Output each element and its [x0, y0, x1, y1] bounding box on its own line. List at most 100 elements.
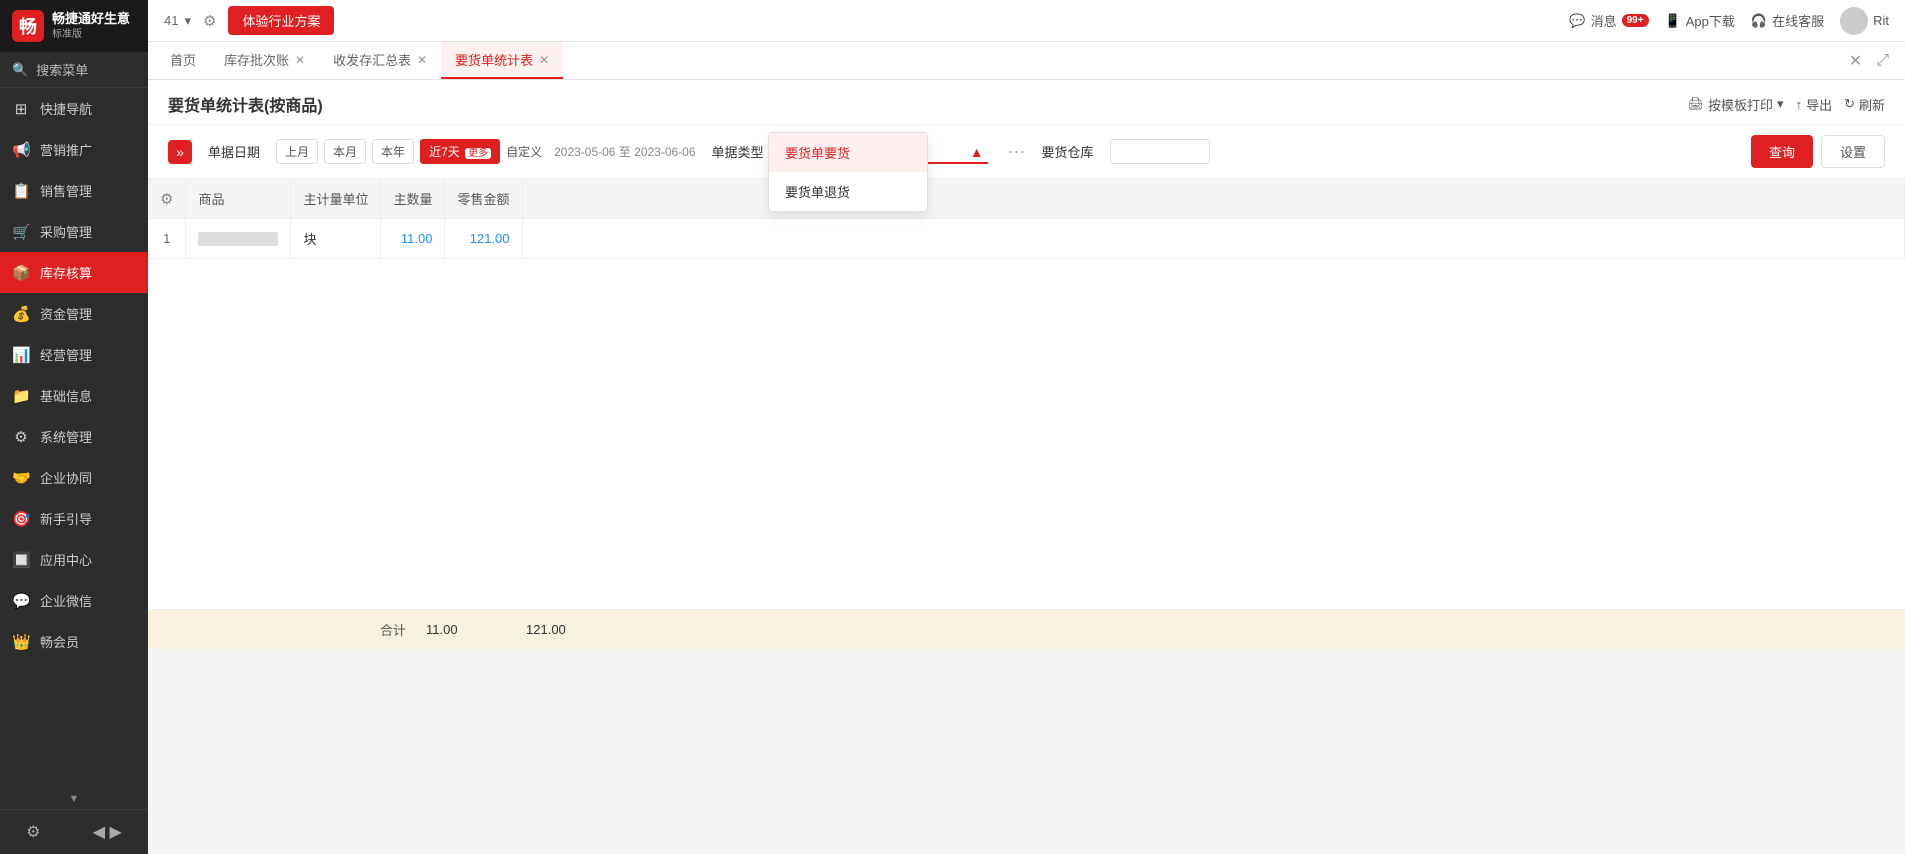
- date-btn-more[interactable]: 近7天 更多: [420, 139, 500, 164]
- brand-sub: 标准版: [52, 28, 130, 42]
- refresh-btn[interactable]: ↻ 刷新: [1844, 95, 1885, 114]
- trial-button[interactable]: 体验行业方案: [228, 6, 334, 35]
- sidebar-item-inventory[interactable]: 📦 库存核算: [0, 252, 148, 293]
- footer-quantity: 11.00: [426, 622, 506, 637]
- filter-toggle-btn[interactable]: »: [168, 140, 192, 164]
- sidebar-item-operations[interactable]: 📊 经营管理: [0, 334, 148, 375]
- tab-expand-btn[interactable]: ⤢: [1872, 52, 1893, 70]
- table-empty-space: [148, 259, 1905, 609]
- table-header-row: ⚙ 商品 主计量单位 主数量 零售金额: [148, 179, 1905, 219]
- tab-requisition-stats[interactable]: 要货单统计表 ✕: [441, 42, 563, 79]
- brand-name: 畅捷通好生意: [52, 10, 130, 28]
- tab-receipt-summary[interactable]: 收发存汇总表 ✕: [319, 42, 441, 79]
- app-download-btn[interactable]: 📱 App下载: [1665, 11, 1735, 30]
- export-btn[interactable]: ↑ 导出: [1796, 95, 1833, 114]
- user-avatar[interactable]: Rit: [1840, 7, 1889, 35]
- sidebar-settings-btn[interactable]: ⚙: [18, 818, 48, 846]
- tab-requisition-close[interactable]: ✕: [539, 53, 549, 67]
- tabbar: 首页 库存批次账 ✕ 收发存汇总表 ✕ 要货单统计表 ✕ ✕ ⤢: [148, 42, 1905, 80]
- cell-extra: [522, 219, 1905, 259]
- messages-btn[interactable]: 💬 消息 99+: [1569, 11, 1648, 30]
- sidebar-item-label: 应用中心: [40, 550, 92, 569]
- cell-quantity[interactable]: 11.00: [381, 219, 445, 259]
- sidebar-item-finance[interactable]: 💰 资金管理: [0, 293, 148, 334]
- sidebar-item-sales[interactable]: 📋 销售管理: [0, 170, 148, 211]
- dropdown-item-yh-order[interactable]: 要货单要货: [769, 133, 927, 172]
- store-selector[interactable]: 41 ▾: [164, 13, 191, 29]
- page-header: 要货单统计表(按商品) 🖨 按模板打印 ▾ ↑ 导出 ↻ 刷新: [148, 80, 1905, 125]
- tab-close-all-btn[interactable]: ✕: [1845, 51, 1866, 71]
- date-custom-btn[interactable]: 自定义: [506, 143, 542, 160]
- sidebar-item-label: 基础信息: [40, 386, 92, 405]
- service-icon: 🎧: [1751, 13, 1767, 29]
- type-filter-dots[interactable]: ···: [1008, 141, 1026, 162]
- sidebar: 畅 畅捷通好生意 标准版 🔍 搜索菜单 ⊞ 快捷导航 📢 营销推广 📋 销售管理…: [0, 0, 148, 854]
- table-row: 1 块 11.00 121.00: [148, 219, 1905, 259]
- filter-bar: » 单据日期 上月 本月 本年 近7天 更多 自定义 2023-05-06 至 …: [148, 125, 1905, 179]
- quick-nav-icon: ⊞: [12, 100, 30, 118]
- member-icon: 👑: [12, 633, 30, 651]
- sidebar-item-label: 企业协同: [40, 468, 92, 487]
- online-service-btn[interactable]: 🎧 在线客服: [1751, 11, 1824, 30]
- refresh-label: 刷新: [1859, 95, 1885, 114]
- col-quantity: 主数量: [381, 179, 445, 219]
- sidebar-item-guide[interactable]: 🎯 新手引导: [0, 498, 148, 539]
- topbar-gear-icon[interactable]: ⚙: [203, 12, 216, 30]
- dropdown-item-yh-return[interactable]: 要货单退货: [769, 172, 927, 211]
- date-filter-label: 单据日期: [208, 142, 260, 161]
- tab-receipt-label: 收发存汇总表: [333, 50, 411, 69]
- date-btn-this-year[interactable]: 本年: [372, 139, 414, 164]
- date-btn-this-month[interactable]: 本月: [324, 139, 366, 164]
- messages-icon: 💬: [1569, 13, 1585, 29]
- sidebar-item-label: 资金管理: [40, 304, 92, 323]
- avatar-image: [1840, 7, 1868, 35]
- sidebar-item-enterprise[interactable]: 🤝 企业协同: [0, 457, 148, 498]
- sidebar-item-wechat[interactable]: 💬 企业微信: [0, 580, 148, 621]
- tab-receipt-close[interactable]: ✕: [417, 53, 427, 67]
- date-btn-up-half[interactable]: 上月: [276, 139, 318, 164]
- tab-batch-account[interactable]: 库存批次账 ✕: [210, 42, 319, 79]
- page-content: 要货单统计表(按商品) 🖨 按模板打印 ▾ ↑ 导出 ↻ 刷新: [148, 80, 1905, 854]
- warehouse-select[interactable]: [1110, 139, 1210, 164]
- print-btn[interactable]: 🖨 按模板打印 ▾: [1688, 95, 1784, 114]
- sidebar-item-label: 企业微信: [40, 591, 92, 610]
- avatar-name: Rit: [1873, 13, 1889, 28]
- tab-batch-close[interactable]: ✕: [295, 53, 305, 67]
- topbar-right: 💬 消息 99+ 📱 App下载 🎧 在线客服 Rit: [1569, 7, 1889, 35]
- dropdown-item-label: 要货单要货: [785, 146, 850, 161]
- tab-batch-label: 库存批次账: [224, 50, 289, 69]
- logo-text: 畅捷通好生意 标准版: [52, 10, 130, 42]
- sidebar-item-member[interactable]: 👑 畅会员: [0, 621, 148, 662]
- messages-badge: 99+: [1622, 14, 1649, 27]
- sidebar-item-quick-nav[interactable]: ⊞ 快捷导航: [0, 88, 148, 129]
- page-actions: 🖨 按模板打印 ▾ ↑ 导出 ↻ 刷新: [1688, 95, 1886, 114]
- sidebar-item-purchase[interactable]: 🛒 采购管理: [0, 211, 148, 252]
- table-settings-icon[interactable]: ⚙: [160, 191, 173, 208]
- sidebar-item-apps[interactable]: 🔲 应用中心: [0, 539, 148, 580]
- sidebar-item-label: 营销推广: [40, 140, 92, 159]
- finance-icon: 💰: [12, 305, 30, 323]
- app-label: App下载: [1686, 11, 1735, 30]
- guide-icon: 🎯: [12, 510, 30, 528]
- print-dropdown-icon: ▾: [1777, 96, 1784, 112]
- sidebar-item-marketing[interactable]: 📢 营销推广: [0, 129, 148, 170]
- filter-actions: 查询 设置: [1751, 135, 1885, 168]
- tab-extra: ✕ ⤢: [1845, 42, 1897, 79]
- col-unit: 主计量单位: [291, 179, 381, 219]
- footer-amount: 121.00: [526, 622, 606, 637]
- sidebar-bottom: ⚙ ◀ ▶: [0, 809, 148, 854]
- main-content: 41 ▾ ⚙ 体验行业方案 💬 消息 99+ 📱 App下载 🎧 在线客服: [148, 0, 1905, 854]
- col-product: 商品: [186, 179, 291, 219]
- sidebar-search[interactable]: 🔍 搜索菜单: [0, 52, 148, 88]
- settings-btn[interactable]: 设置: [1821, 135, 1885, 168]
- sidebar-scroll-down[interactable]: ▼: [0, 789, 148, 809]
- tab-home[interactable]: 首页: [156, 42, 210, 79]
- sidebar-collapse-btn[interactable]: ◀ ▶: [85, 818, 130, 846]
- sidebar-item-basic[interactable]: 📁 基础信息: [0, 375, 148, 416]
- cell-product: [186, 219, 291, 259]
- table-footer: 合计 11.00 121.00: [148, 609, 1905, 649]
- cell-amount[interactable]: 121.00: [445, 219, 522, 259]
- query-btn[interactable]: 查询: [1751, 135, 1813, 168]
- sidebar-logo: 畅 畅捷通好生意 标准版: [0, 0, 148, 52]
- sidebar-item-system[interactable]: ⚙ 系统管理: [0, 416, 148, 457]
